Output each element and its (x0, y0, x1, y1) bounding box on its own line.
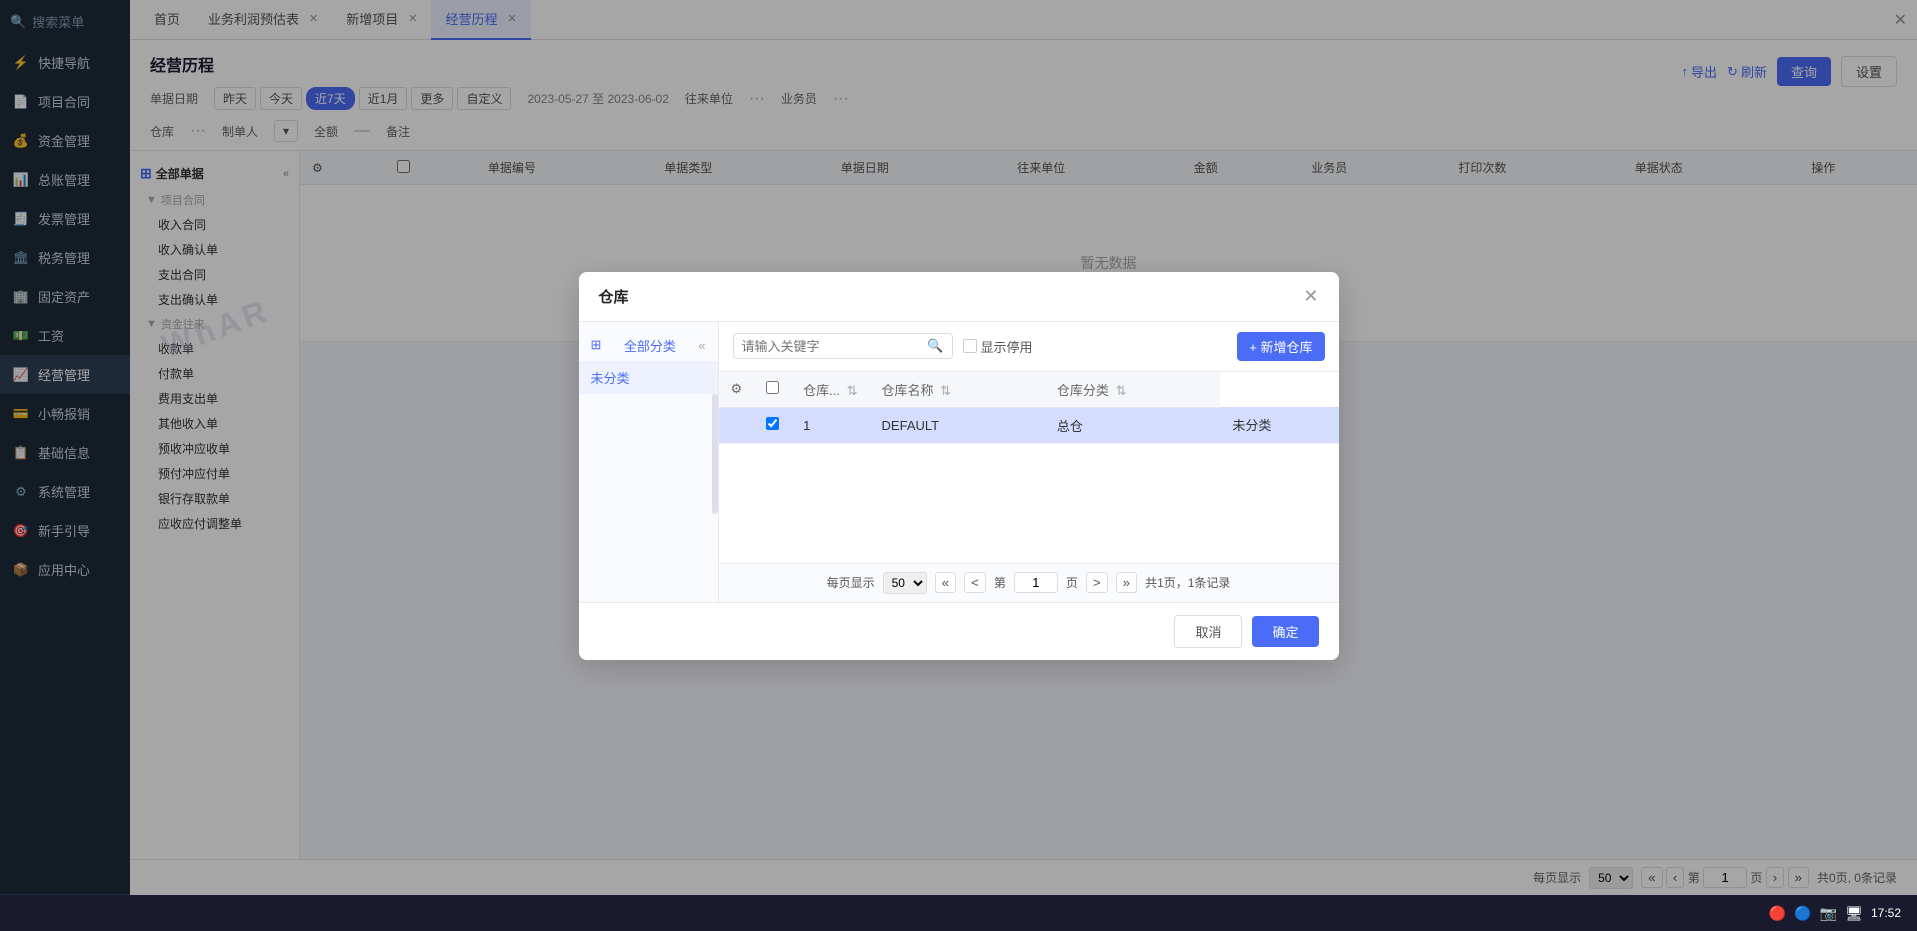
modal-sort-code-icon: ⇅ (847, 383, 858, 398)
modal-close-button[interactable]: ✕ (1303, 287, 1318, 305)
modal-confirm-button[interactable]: 确定 (1252, 616, 1318, 647)
modal-table-wrap: ⚙ 仓库... ⇅ 仓库名称 (719, 372, 1339, 563)
modal-page-suffix: 页 (1066, 574, 1078, 591)
modal-all-category[interactable]: ⊞ 全部分类 « (579, 330, 718, 361)
modal-page-size-select[interactable]: 50 (883, 572, 927, 594)
modal-page-size-label: 每页显示 (827, 574, 875, 591)
modal-right-panel: 🔍 显示停用 + 新增仓库 ⚙ (719, 322, 1339, 602)
modal-page-label: 第 (994, 574, 1006, 591)
modal-body: ⊞ 全部分类 « 未分类 🔍 (579, 322, 1339, 602)
taskbar-icon-2: 🔵 (1794, 905, 1811, 922)
show-disabled-label[interactable]: 显示停用 (963, 337, 1033, 356)
modal-title: 仓库 (599, 286, 629, 307)
row-name: 总仓 (1045, 407, 1220, 443)
modal-search-icon: 🔍 (927, 338, 943, 354)
modal-all-category-label: 全部分类 (624, 336, 676, 355)
modal-left-scroll (579, 394, 718, 594)
warehouse-modal: 仓库 ✕ ⊞ 全部分类 « 未分类 (579, 272, 1339, 660)
modal-overlay: 仓库 ✕ ⊞ 全部分类 « 未分类 (0, 0, 1917, 931)
modal-collapse-icon[interactable]: « (698, 338, 705, 353)
row-settings (719, 407, 755, 443)
modal-last-page[interactable]: » (1116, 572, 1137, 593)
add-warehouse-button[interactable]: + 新增仓库 (1237, 332, 1324, 361)
modal-next-page[interactable]: > (1086, 572, 1108, 593)
modal-th-checkbox[interactable] (754, 372, 791, 408)
modal-page-input[interactable] (1014, 572, 1058, 593)
grid-icon-modal: ⊞ (591, 337, 602, 353)
taskbar-time: 17:52 (1871, 906, 1901, 920)
modal-search-box[interactable]: 🔍 (733, 333, 953, 359)
taskbar-icon-3: 📷 (1820, 905, 1837, 922)
modal-sort-category-icon: ⇅ (1116, 383, 1127, 398)
modal-th-name: 仓库名称 ⇅ (870, 372, 1045, 408)
modal-sort-name-icon: ⇅ (940, 383, 951, 398)
row-checkbox-cell[interactable] (754, 407, 791, 443)
modal-left-scrollbar[interactable] (712, 394, 718, 514)
table-row[interactable]: 1 DEFAULT 总仓 未分类 (719, 407, 1339, 443)
taskbar-icon-4: 🖥 (1845, 905, 1863, 922)
modal-prev-page[interactable]: < (964, 572, 986, 593)
taskbar-icon-1: 🔴 (1769, 905, 1786, 922)
modal-unclassified[interactable]: 未分类 (579, 361, 718, 394)
modal-th-code: 仓库... ⇅ (791, 372, 869, 408)
modal-toolbar: 🔍 显示停用 + 新增仓库 (719, 322, 1339, 372)
row-id: 1 (791, 407, 869, 443)
modal-actions: 取消 确定 (579, 602, 1339, 660)
modal-total: 共1页，1条记录 (1145, 574, 1230, 591)
show-disabled-checkbox[interactable] (963, 339, 977, 353)
row-code: DEFAULT (870, 407, 1045, 443)
taskbar: 🔴 🔵 📷 🖥 17:52 (0, 895, 1917, 931)
row-checkbox[interactable] (766, 417, 779, 430)
modal-unclassified-label: 未分类 (591, 371, 630, 386)
modal-th-settings[interactable]: ⚙ (719, 372, 755, 408)
row-category: 未分类 (1220, 407, 1338, 443)
modal-first-page[interactable]: « (935, 572, 956, 593)
modal-table-body: 1 DEFAULT 总仓 未分类 (719, 407, 1339, 443)
modal-select-all[interactable] (766, 381, 779, 394)
modal-search-input[interactable] (742, 339, 922, 354)
modal-th-category: 仓库分类 ⇅ (1045, 372, 1220, 408)
modal-header: 仓库 ✕ (579, 272, 1339, 322)
modal-left-panel: ⊞ 全部分类 « 未分类 (579, 322, 719, 602)
modal-table: ⚙ 仓库... ⇅ 仓库名称 (719, 372, 1339, 444)
modal-pagination: 每页显示 50 « < 第 页 > » 共1页，1条记录 (719, 563, 1339, 602)
modal-cancel-button[interactable]: 取消 (1174, 615, 1242, 648)
modal-table-head: ⚙ 仓库... ⇅ 仓库名称 (719, 372, 1339, 408)
modal-settings-icon: ⚙ (731, 381, 743, 396)
